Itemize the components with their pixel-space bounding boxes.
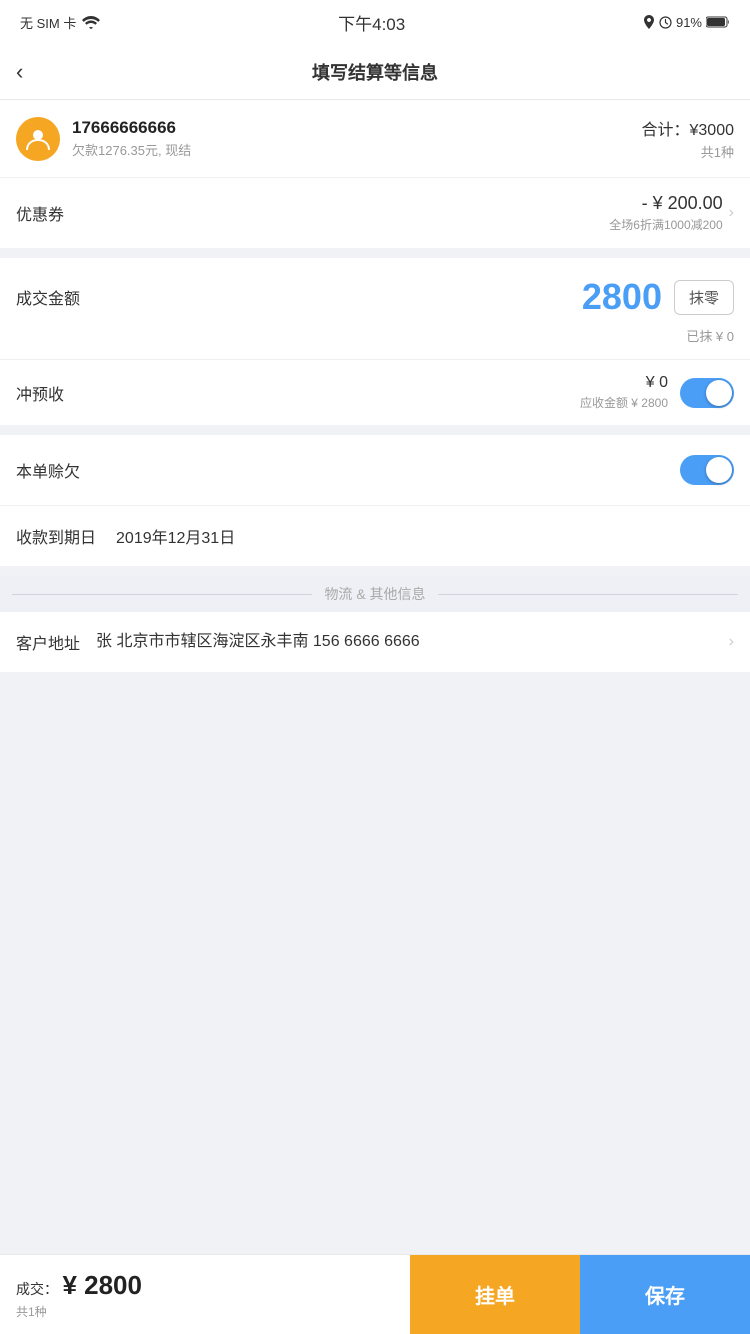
deal-amount: 2800 xyxy=(582,276,662,318)
battery-percent: 91% xyxy=(676,15,702,30)
nav-bar: ‹ 填写结算等信息 xyxy=(0,44,750,100)
coupon-discount: - ¥ 200.00 xyxy=(609,193,722,214)
coupon-chevron-icon: › xyxy=(729,204,734,222)
debt-label: 本单赊欠 xyxy=(16,458,80,482)
status-right: 91% xyxy=(643,15,730,30)
customer-row: 17666666666 欠款1276.35元, 现结 合计：¥3000 共1种 xyxy=(0,100,750,177)
hold-button[interactable]: 挂单 xyxy=(410,1255,580,1334)
customer-left: 17666666666 欠款1276.35元, 现结 xyxy=(16,117,191,161)
customer-card: 17666666666 欠款1276.35元, 现结 合计：¥3000 共1种 … xyxy=(0,100,750,248)
deal-right: 2800 抹零 xyxy=(582,276,734,318)
wifi-icon xyxy=(82,16,100,29)
address-card: 客户地址 张 北京市市辖区海淀区永丰南 156 6666 6666 › xyxy=(0,612,750,672)
deal-section: 成交金额 2800 抹零 已抹 ¥ 0 冲预收 ¥ 0 应收金额 ¥ 2800 xyxy=(0,258,750,425)
gray-area xyxy=(0,682,750,842)
debt-card: 本单赊欠 收款到期日 2019年12月31日 xyxy=(0,435,750,566)
address-label: 客户地址 xyxy=(16,630,80,654)
location-icon xyxy=(643,15,655,29)
bottom-actions: 挂单 保存 xyxy=(410,1255,750,1334)
status-bar: 无 SIM 卡 下午4:03 91% xyxy=(0,0,750,44)
coupon-label: 优惠券 xyxy=(16,201,64,225)
bottom-count: 共1种 xyxy=(16,1303,394,1320)
divider-line-left xyxy=(12,594,312,595)
total-count: 共1种 xyxy=(642,142,735,161)
precharge-right: ¥ 0 应收金额 ¥ 2800 xyxy=(580,374,734,411)
deal-row: 成交金额 2800 抹零 xyxy=(0,258,750,326)
precharge-info: ¥ 0 应收金额 ¥ 2800 xyxy=(580,374,668,411)
customer-right: 合计：¥3000 共1种 xyxy=(642,116,735,161)
bottom-deal-amount: ¥ 2800 xyxy=(62,1270,142,1300)
coupon-desc: 全场6折满1000减200 xyxy=(609,216,722,233)
coupon-info: - ¥ 200.00 全场6折满1000减200 xyxy=(609,193,722,233)
customer-sub: 欠款1276.35元, 现结 xyxy=(72,140,191,159)
address-row[interactable]: 客户地址 张 北京市市辖区海淀区永丰南 156 6666 6666 › xyxy=(0,612,750,672)
bottom-deal-label: 成交： xyxy=(16,1281,58,1297)
debt-toggle-knob xyxy=(706,457,732,483)
customer-phone: 17666666666 xyxy=(72,118,191,138)
sim-status: 无 SIM 卡 xyxy=(20,13,76,32)
user-icon xyxy=(25,126,51,152)
duedate-value: 2019年12月31日 xyxy=(116,524,235,548)
clock-icon xyxy=(659,16,672,29)
bottom-deal-row: 成交： ¥ 2800 xyxy=(16,1270,394,1301)
round-button[interactable]: 抹零 xyxy=(674,280,734,315)
precharge-sub: 应收金额 ¥ 2800 xyxy=(580,394,668,411)
deal-sub: 已抹 ¥ 0 xyxy=(0,326,750,359)
bottom-summary: 成交： ¥ 2800 共1种 xyxy=(0,1270,410,1320)
deal-label: 成交金额 xyxy=(16,285,80,309)
divider-line-right xyxy=(438,594,738,595)
duedate-row: 收款到期日 2019年12月31日 xyxy=(0,505,750,566)
avatar xyxy=(16,117,60,161)
status-left: 无 SIM 卡 xyxy=(20,13,100,32)
divider-text: 物流 & 其他信息 xyxy=(324,584,425,604)
precharge-amount: ¥ 0 xyxy=(580,374,668,392)
total-amount: 合计：¥3000 xyxy=(642,116,735,140)
coupon-row[interactable]: 优惠券 - ¥ 200.00 全场6折满1000减200 › xyxy=(0,177,750,248)
toggle-knob xyxy=(706,380,732,406)
battery-icon xyxy=(706,16,730,28)
precharge-label: 冲预收 xyxy=(16,381,64,405)
coupon-right: - ¥ 200.00 全场6折满1000减200 › xyxy=(609,193,734,233)
status-time: 下午4:03 xyxy=(338,10,405,35)
bottom-spacer xyxy=(0,842,750,922)
address-value: 张 北京市市辖区海淀区永丰南 156 6666 6666 xyxy=(96,630,729,654)
page-title: 填写结算等信息 xyxy=(312,59,438,85)
save-button[interactable]: 保存 xyxy=(580,1255,750,1334)
precharge-toggle[interactable] xyxy=(680,378,734,408)
debt-toggle[interactable] xyxy=(680,455,734,485)
bottom-bar: 成交： ¥ 2800 共1种 挂单 保存 xyxy=(0,1254,750,1334)
duedate-label: 收款到期日 xyxy=(16,524,96,548)
debt-row: 本单赊欠 xyxy=(0,435,750,505)
customer-info: 17666666666 欠款1276.35元, 现结 xyxy=(72,118,191,159)
address-chevron-icon: › xyxy=(729,633,734,651)
precharge-row: 冲预收 ¥ 0 应收金额 ¥ 2800 xyxy=(0,359,750,425)
divider-section: 物流 & 其他信息 xyxy=(0,576,750,612)
back-button[interactable]: ‹ xyxy=(16,59,23,85)
